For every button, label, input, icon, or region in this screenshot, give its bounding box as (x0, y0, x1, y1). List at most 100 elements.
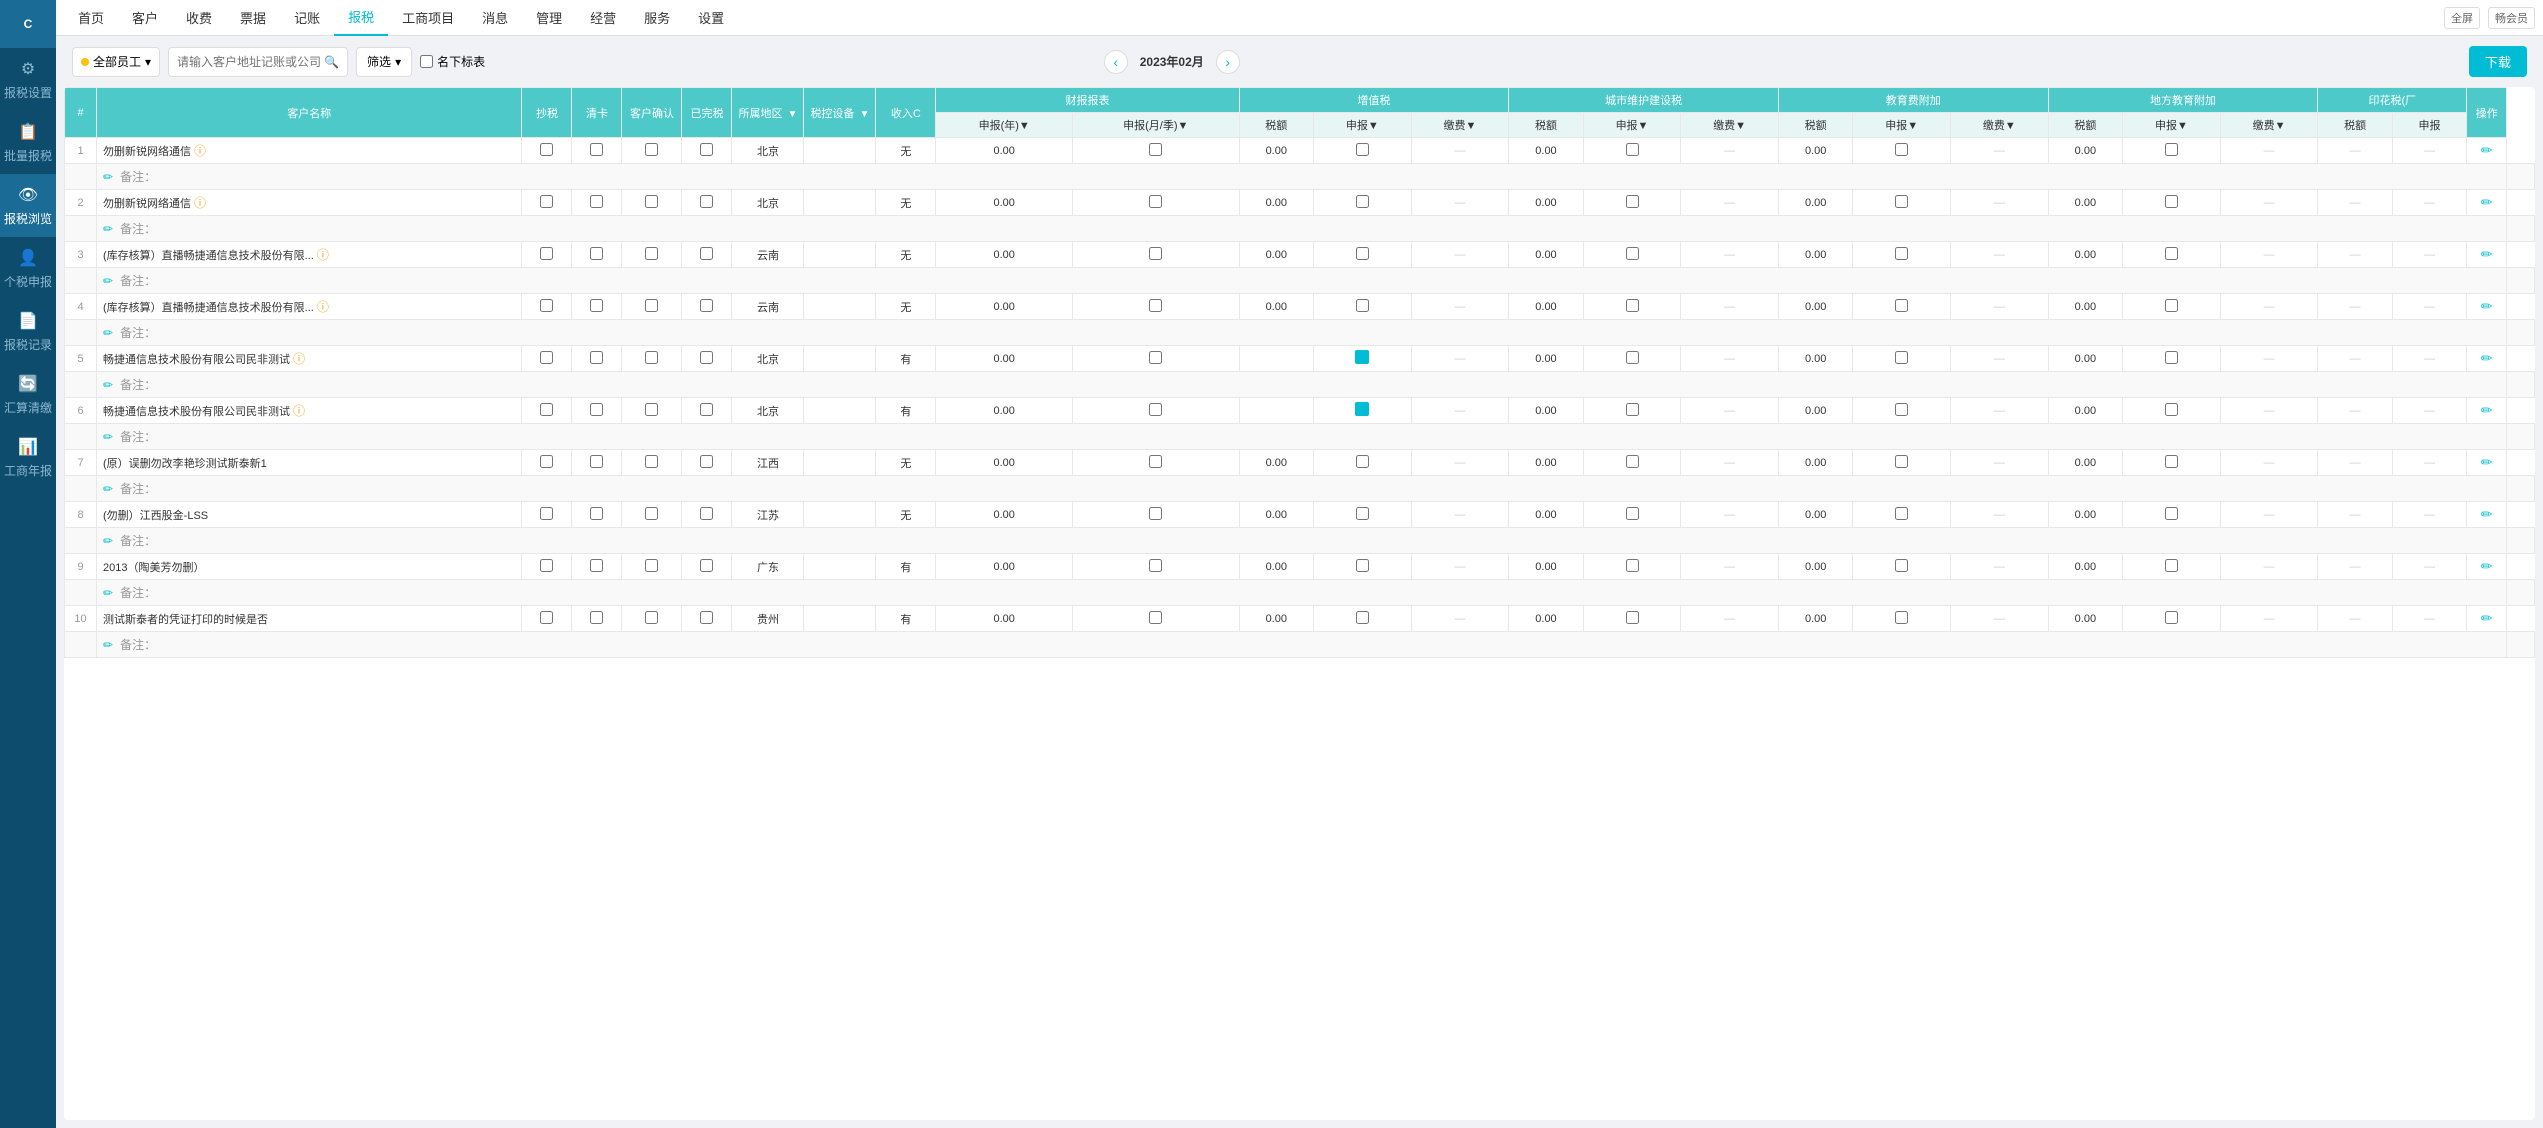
clear-card-cell[interactable] (572, 502, 622, 528)
copy-tax-cell[interactable] (522, 502, 572, 528)
copy-tax-cell[interactable] (522, 606, 572, 632)
nav-client[interactable]: 客户 (118, 0, 172, 36)
nav-invoice[interactable]: 票据 (226, 0, 280, 36)
action-cell[interactable]: ✏ (2467, 346, 2507, 372)
client-confirm-checkbox[interactable] (645, 143, 658, 156)
clear-card-checkbox[interactable] (590, 143, 603, 156)
clear-card-cell[interactable] (572, 398, 622, 424)
edu-declare-cb[interactable] (1895, 299, 1908, 312)
fin-month-cell[interactable] (1073, 502, 1240, 528)
local-declare-cell[interactable] (2123, 398, 2221, 424)
city-declare-cb[interactable] (1626, 507, 1639, 520)
vat-declare-cell[interactable] (1314, 242, 1412, 268)
edu-declare-cell[interactable] (1853, 346, 1951, 372)
declared-checkbox[interactable] (700, 507, 713, 520)
declared-cell[interactable] (682, 502, 732, 528)
action-cell[interactable]: ✏ (2467, 398, 2507, 424)
city-declare-cell[interactable] (1583, 294, 1681, 320)
edu-declare-cell[interactable] (1853, 190, 1951, 216)
local-declare-cb[interactable] (2165, 247, 2178, 260)
fin-month-cell[interactable] (1073, 398, 1240, 424)
copy-tax-cell[interactable] (522, 346, 572, 372)
edu-declare-cb[interactable] (1895, 143, 1908, 156)
prev-month-button[interactable]: ‹ (1104, 50, 1128, 74)
city-declare-cell[interactable] (1583, 346, 1681, 372)
edu-declare-cb[interactable] (1895, 507, 1908, 520)
city-declare-cell[interactable] (1583, 398, 1681, 424)
remark-cell[interactable]: ✏ 备注： (97, 320, 2507, 346)
vat-checkbox[interactable] (1356, 455, 1369, 468)
local-declare-cb[interactable] (2165, 403, 2178, 416)
clear-card-cell[interactable] (572, 606, 622, 632)
city-declare-cell[interactable] (1583, 190, 1681, 216)
local-declare-cell[interactable] (2123, 242, 2221, 268)
remark-cell[interactable]: ✏ 备注： (97, 424, 2507, 450)
declared-cell[interactable] (682, 554, 732, 580)
remark-cell[interactable]: ✏ 备注： (97, 580, 2507, 606)
edu-declare-cb[interactable] (1895, 403, 1908, 416)
sidebar-item-tax-settings[interactable]: ⚙ 报税设置 (0, 48, 56, 111)
edu-declare-cell[interactable] (1853, 242, 1951, 268)
sidebar-item-tax-record[interactable]: 📄 报税记录 (0, 300, 56, 363)
fin-month-cb[interactable] (1149, 507, 1162, 520)
local-declare-cell[interactable] (2123, 190, 2221, 216)
clear-card-cell[interactable] (572, 190, 622, 216)
vat-declare-cell[interactable] (1314, 294, 1412, 320)
copy-tax-checkbox[interactable] (540, 559, 553, 572)
client-confirm-cell[interactable] (622, 190, 682, 216)
client-confirm-checkbox[interactable] (645, 611, 658, 624)
vat-declare-cell[interactable] (1314, 606, 1412, 632)
fin-month-cb[interactable] (1149, 247, 1162, 260)
edit-icon[interactable]: ✏ (2481, 402, 2493, 418)
city-declare-cb[interactable] (1626, 143, 1639, 156)
city-declare-cell[interactable] (1583, 138, 1681, 164)
declared-checkbox[interactable] (700, 195, 713, 208)
remark-cell[interactable]: ✏ 备注： (97, 632, 2507, 658)
edu-declare-cell[interactable] (1853, 138, 1951, 164)
local-declare-cb[interactable] (2165, 455, 2178, 468)
action-cell[interactable]: ✏ (2467, 294, 2507, 320)
nav-settings[interactable]: 设置 (684, 0, 738, 36)
copy-tax-checkbox[interactable] (540, 299, 553, 312)
edit-icon[interactable]: ✏ (2481, 558, 2493, 574)
client-confirm-cell[interactable] (622, 242, 682, 268)
vat-checkbox[interactable] (1356, 611, 1369, 624)
sidebar-item-tax-view[interactable]: 👁 报税浏览 (0, 174, 56, 237)
remark-cell[interactable]: ✏ 备注： (97, 164, 2507, 190)
client-confirm-checkbox[interactable] (645, 455, 658, 468)
client-confirm-cell[interactable] (622, 294, 682, 320)
named-table-check[interactable] (420, 55, 433, 68)
city-declare-cell[interactable] (1583, 450, 1681, 476)
sidebar-item-annual-report[interactable]: 📊 工商年报 (0, 426, 56, 489)
client-confirm-checkbox[interactable] (645, 559, 658, 572)
edu-declare-cell[interactable] (1853, 502, 1951, 528)
copy-tax-checkbox[interactable] (540, 403, 553, 416)
declared-checkbox[interactable] (700, 455, 713, 468)
nav-home[interactable]: 首页 (64, 0, 118, 36)
clear-card-checkbox[interactable] (590, 403, 603, 416)
city-declare-cb[interactable] (1626, 247, 1639, 260)
local-declare-cb[interactable] (2165, 611, 2178, 624)
fin-month-cb[interactable] (1149, 611, 1162, 624)
edit-icon[interactable]: ✏ (2481, 194, 2493, 210)
client-confirm-cell[interactable] (622, 138, 682, 164)
local-declare-cb[interactable] (2165, 299, 2178, 312)
clear-card-cell[interactable] (572, 554, 622, 580)
copy-tax-checkbox[interactable] (540, 351, 553, 364)
declared-checkbox[interactable] (700, 247, 713, 260)
declared-checkbox[interactable] (700, 299, 713, 312)
local-declare-cell[interactable] (2123, 450, 2221, 476)
city-declare-cell[interactable] (1583, 606, 1681, 632)
client-confirm-cell[interactable] (622, 606, 682, 632)
fin-month-cell[interactable] (1073, 554, 1240, 580)
edu-declare-cb[interactable] (1895, 195, 1908, 208)
edu-declare-cb[interactable] (1895, 247, 1908, 260)
action-cell[interactable]: ✏ (2467, 502, 2507, 528)
fin-month-cell[interactable] (1073, 450, 1240, 476)
city-declare-cb[interactable] (1626, 455, 1639, 468)
vat-declare-cell[interactable] (1314, 502, 1412, 528)
local-declare-cb[interactable] (2165, 143, 2178, 156)
clear-card-cell[interactable] (572, 138, 622, 164)
local-declare-cell[interactable] (2123, 138, 2221, 164)
nav-bookkeeping[interactable]: 记账 (280, 0, 334, 36)
